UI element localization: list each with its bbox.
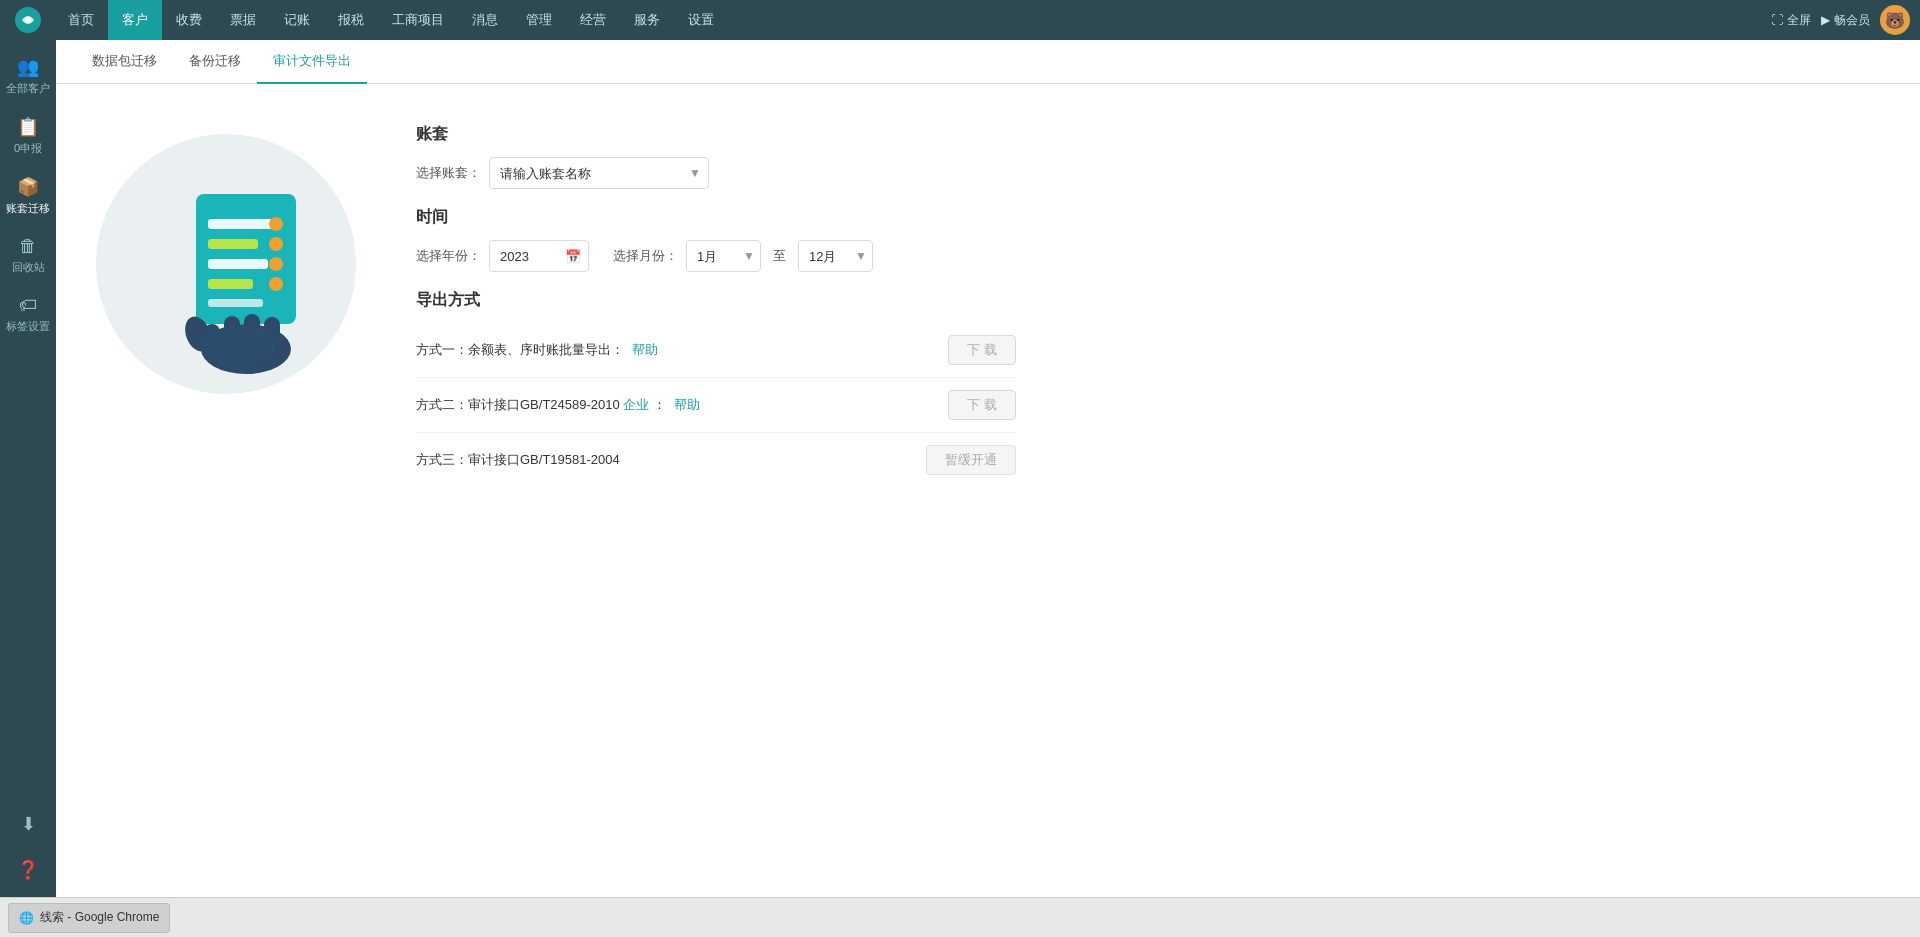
sidebar-item-account-migrate[interactable]: 📦 账套迁移 <box>2 168 54 224</box>
svg-point-10 <box>269 257 283 271</box>
month-start-select[interactable]: 1月 2月 3月 4月 5月 6月 7月 8月 9月 10月 11月 12月 <box>686 240 761 272</box>
nav-messages[interactable]: 消息 <box>458 0 512 40</box>
svg-point-1 <box>25 17 31 23</box>
svg-rect-4 <box>208 239 258 249</box>
migrate-icon: 📦 <box>17 176 39 198</box>
nav-billing[interactable]: 收费 <box>162 0 216 40</box>
sidebar-bottom: ⬇ ❓ <box>2 805 54 889</box>
sidebar: 👥 全部客户 📋 0申报 📦 账套迁移 🗑 回收站 🏷 标签设置 ⬇ ❓ <box>0 40 56 897</box>
year-label: 选择年份： <box>416 247 481 265</box>
illustration-area <box>96 114 356 394</box>
declare-icon: 📋 <box>17 116 39 138</box>
nav-items: 首页 客户 收费 票据 记账 报税 工商项目 消息 管理 经营 服务 设置 <box>54 0 1771 40</box>
svg-point-11 <box>269 277 283 291</box>
year-input-wrapper: 📅 <box>489 240 589 272</box>
account-select-wrapper: 请输入账套名称 ▼ <box>489 157 709 189</box>
export-method-2-text: 方式二：审计接口GB/T24589-2010 企业 ： 帮助 <box>416 396 700 414</box>
svg-point-8 <box>269 217 283 231</box>
nav-accounting[interactable]: 记账 <box>270 0 324 40</box>
sidebar-item-recycle[interactable]: 🗑 回收站 <box>2 228 54 283</box>
taskbar-chrome-item[interactable]: 🌐 线索 - Google Chrome <box>8 903 170 933</box>
export-method-3-row: 方式三：审计接口GB/T19581-2004 暂缓开通 <box>416 433 1016 487</box>
nav-service[interactable]: 服务 <box>620 0 674 40</box>
sidebar-item-tag-settings[interactable]: 🏷 标签设置 <box>2 287 54 342</box>
recycle-icon: 🗑 <box>19 236 37 257</box>
export-method-2-enterprise-link[interactable]: 企业 <box>623 397 649 412</box>
tabs-bar: 数据包迁移 备份迁移 审计文件导出 <box>56 40 1920 84</box>
export-method-2-help-link[interactable]: 帮助 <box>674 397 700 412</box>
svg-rect-3 <box>208 219 278 229</box>
export-method-3-text: 方式三：审计接口GB/T19581-2004 <box>416 451 620 469</box>
fullscreen-icon: ⛶ <box>1771 13 1783 27</box>
sidebar-help-btn[interactable]: ❓ <box>2 851 54 889</box>
export-method-1-text: 方式一：余额表、序时账批量导出： 帮助 <box>416 341 658 359</box>
svg-rect-6 <box>208 279 253 289</box>
nav-invoice[interactable]: 票据 <box>216 0 270 40</box>
time-section-title: 时间 <box>416 207 1016 228</box>
month-label: 选择月份： <box>613 247 678 265</box>
nav-home[interactable]: 首页 <box>54 0 108 40</box>
svg-rect-7 <box>208 299 263 307</box>
time-row: 选择年份： 📅 选择月份： 1月 2月 3月 4月 5月 6月 <box>416 240 1016 272</box>
illustration-svg <box>126 154 326 374</box>
top-navigation: 首页 客户 收费 票据 记账 报税 工商项目 消息 管理 经营 服务 设置 ⛶ … <box>0 0 1920 40</box>
export-section-title: 导出方式 <box>416 290 1016 311</box>
account-section-title: 账套 <box>416 124 1016 145</box>
play-icon: ▶ <box>1821 13 1830 27</box>
main-layout: 👥 全部客户 📋 0申报 📦 账套迁移 🗑 回收站 🏷 标签设置 ⬇ ❓ <box>0 40 1920 897</box>
account-select-row: 选择账套： 请输入账套名称 ▼ <box>416 157 1016 189</box>
nav-settings[interactable]: 设置 <box>674 0 728 40</box>
chrome-icon: 🌐 <box>19 911 34 925</box>
account-select-label: 选择账套： <box>416 164 481 182</box>
export-method-2-row: 方式二：审计接口GB/T24589-2010 企业 ： 帮助 下 载 <box>416 378 1016 433</box>
sidebar-item-zero-declare[interactable]: 📋 0申报 <box>2 108 54 164</box>
export-method-1-download-btn[interactable]: 下 载 <box>948 335 1016 365</box>
tab-audit-export[interactable]: 审计文件导出 <box>257 40 367 84</box>
month-start-wrapper: 1月 2月 3月 4月 5月 6月 7月 8月 9月 10月 11月 12月 <box>686 240 761 272</box>
tab-data-package-migrate[interactable]: 数据包迁移 <box>76 40 173 84</box>
top-nav-right: ⛶ 全屏 ▶ 畅会员 🐻 <box>1771 5 1910 35</box>
member-btn[interactable]: ▶ 畅会员 <box>1821 12 1870 29</box>
year-input[interactable] <box>489 240 589 272</box>
page-content: 账套 选择账套： 请输入账套名称 ▼ 时间 选择年份： <box>56 84 1920 897</box>
nav-business[interactable]: 工商项目 <box>378 0 458 40</box>
export-method-2-download-btn[interactable]: 下 载 <box>948 390 1016 420</box>
svg-point-9 <box>269 237 283 251</box>
download-icon: ⬇ <box>21 813 36 835</box>
tag-icon: 🏷 <box>19 295 37 316</box>
account-select[interactable]: 请输入账套名称 <box>489 157 709 189</box>
nav-admin[interactable]: 管理 <box>512 0 566 40</box>
form-area: 账套 选择账套： 请输入账套名称 ▼ 时间 选择年份： <box>416 114 1016 487</box>
taskbar: 🌐 线索 - Google Chrome <box>0 897 1920 937</box>
month-end-select[interactable]: 1月 2月 3月 4月 5月 6月 7月 8月 9月 10月 11月 12月 <box>798 240 873 272</box>
sidebar-item-all-customers[interactable]: 👥 全部客户 <box>2 48 54 104</box>
help-icon: ❓ <box>17 859 39 881</box>
separator: 至 <box>769 247 790 265</box>
avatar[interactable]: 🐻 <box>1880 5 1910 35</box>
illustration-circle <box>96 134 356 394</box>
month-end-wrapper: 1月 2月 3月 4月 5月 6月 7月 8月 9月 10月 11月 12月 <box>798 240 873 272</box>
nav-operations[interactable]: 经营 <box>566 0 620 40</box>
customers-icon: 👥 <box>17 56 39 78</box>
svg-point-18 <box>206 326 276 362</box>
sidebar-download-btn[interactable]: ⬇ <box>2 805 54 843</box>
nav-tax[interactable]: 报税 <box>324 0 378 40</box>
export-method-3-vip-btn[interactable]: 暂缓开通 <box>926 445 1016 475</box>
fullscreen-btn[interactable]: ⛶ 全屏 <box>1771 12 1811 29</box>
svg-rect-5 <box>208 259 268 269</box>
export-method-1-help-link[interactable]: 帮助 <box>632 342 658 357</box>
nav-customer[interactable]: 客户 <box>108 0 162 40</box>
export-method-1-row: 方式一：余额表、序时账批量导出： 帮助 下 载 <box>416 323 1016 378</box>
content-area: 数据包迁移 备份迁移 审计文件导出 <box>56 40 1920 897</box>
app-logo <box>10 2 46 38</box>
tab-backup-migrate[interactable]: 备份迁移 <box>173 40 257 84</box>
